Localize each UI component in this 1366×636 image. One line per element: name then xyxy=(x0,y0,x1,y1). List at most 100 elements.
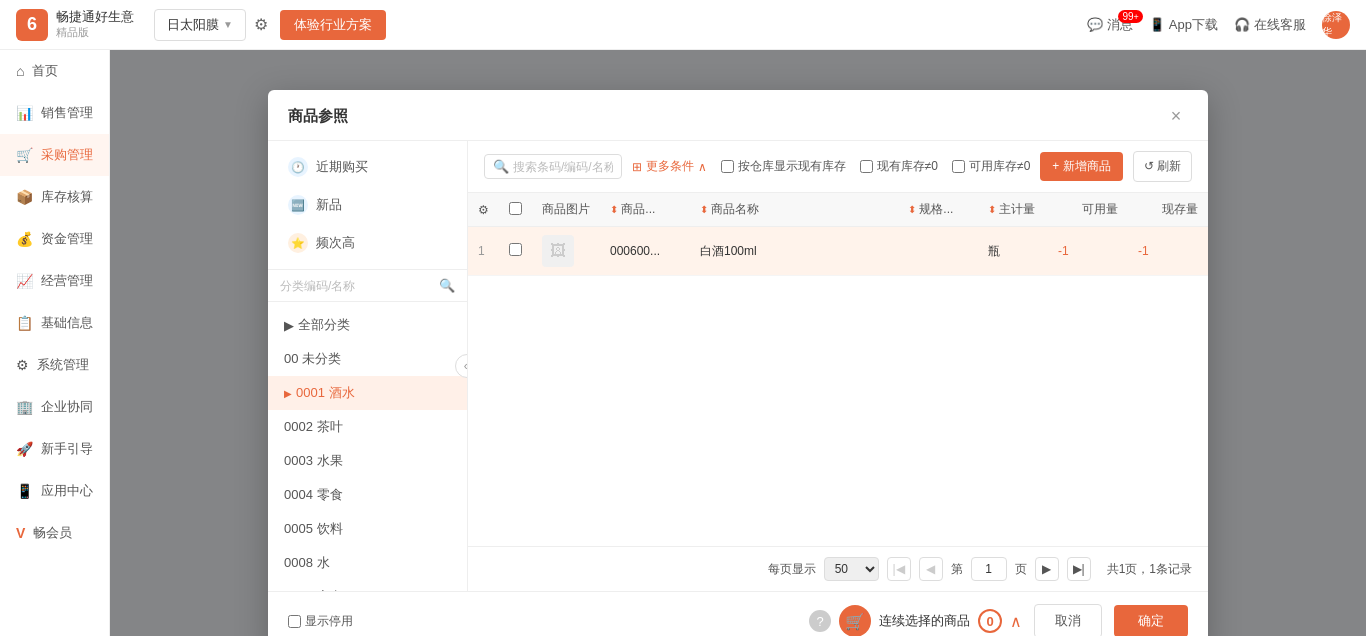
home-icon: ⌂ xyxy=(16,63,24,79)
star-icon: ⭐ xyxy=(288,233,308,253)
quick-freq-label: 频次高 xyxy=(316,234,355,252)
warehouse-filter-checkbox[interactable] xyxy=(721,160,734,173)
sidebar-label-finance: 资金管理 xyxy=(41,230,93,248)
system-icon: ⚙ xyxy=(16,357,29,373)
row-checkbox[interactable] xyxy=(509,243,522,256)
sidebar-item-finance[interactable]: 💰 资金管理 xyxy=(0,218,109,260)
avail-nonzero-text: 可用库存≠0 xyxy=(969,158,1030,175)
sidebar-item-inventory[interactable]: 📦 库存核算 xyxy=(0,176,109,218)
trial-button[interactable]: 体验行业方案 xyxy=(280,10,386,40)
last-page-button[interactable]: ▶| xyxy=(1067,557,1091,581)
sidebar-item-basic[interactable]: 📋 基础信息 xyxy=(0,302,109,344)
refresh-button[interactable]: ↺ 刷新 xyxy=(1133,151,1192,182)
user-nav[interactable]: 徐泽华 xyxy=(1322,11,1350,39)
help-icon[interactable]: ? xyxy=(809,610,831,632)
next-page-button[interactable]: ▶ xyxy=(1035,557,1059,581)
collapse-cart-icon[interactable]: ∧ xyxy=(1010,612,1022,631)
top-nav: 6 畅捷通好生意 精品版 日太阳膜 ▼ ⚙ 体验行业方案 💬 消息 99+ 📱 … xyxy=(0,0,1366,50)
category-0001-label: 0001 酒水 xyxy=(296,384,355,402)
col-name-header[interactable]: ⬍ 商品名称 xyxy=(690,193,898,227)
show-disabled-label[interactable]: 显示停用 xyxy=(288,613,353,630)
per-page-select[interactable]: 50 20 100 xyxy=(824,557,879,581)
sort-unit-icon: ⬍ xyxy=(988,204,996,215)
category-0010[interactable]: 0010 家电 xyxy=(268,580,467,591)
sidebar-item-vip[interactable]: V 畅会员 xyxy=(0,512,109,554)
nav-selector[interactable]: 日太阳膜 ▼ xyxy=(154,9,246,41)
category-0003[interactable]: 0003 水果 xyxy=(268,444,467,478)
select-all-checkbox[interactable] xyxy=(509,202,522,215)
add-product-button[interactable]: + 新增商品 xyxy=(1040,152,1122,181)
sidebar-item-purchase[interactable]: 🛒 采购管理 xyxy=(0,134,109,176)
sidebar-item-ops[interactable]: 📈 经营管理 xyxy=(0,260,109,302)
cancel-button[interactable]: 取消 xyxy=(1034,604,1102,636)
page-suffix: 页 xyxy=(1015,561,1027,578)
category-0001[interactable]: ▶ 0001 酒水 xyxy=(268,376,467,410)
app-download-nav[interactable]: 📱 App下载 xyxy=(1149,16,1218,34)
cart-icon[interactable]: 🛒 xyxy=(839,605,871,636)
category-00[interactable]: 00 未分类 xyxy=(268,342,467,376)
ops-icon: 📈 xyxy=(16,273,33,289)
sidebar-item-apps[interactable]: 📱 应用中心 xyxy=(0,470,109,512)
col-unit-header[interactable]: ⬍ 主计量 xyxy=(978,193,1048,227)
sidebar-label-apps: 应用中心 xyxy=(41,482,93,500)
sidebar-label-ops: 经营管理 xyxy=(41,272,93,290)
col-code-header[interactable]: ⬍ 商品... xyxy=(600,193,690,227)
category-search-area: 🔍 xyxy=(268,270,467,302)
category-0005-label: 0005 饮料 xyxy=(284,520,343,538)
sidebar-item-enterprise[interactable]: 🏢 企业协同 xyxy=(0,386,109,428)
left-sidebar: ⌂ 首页 📊 销售管理 🛒 采购管理 📦 库存核算 💰 资金管理 📈 经营管理 … xyxy=(0,50,110,636)
prev-page-button[interactable]: ◀ xyxy=(919,557,943,581)
category-search-input[interactable] xyxy=(280,279,433,293)
category-0008[interactable]: 0008 水 xyxy=(268,546,467,580)
row-checkbox-cell[interactable] xyxy=(499,227,532,276)
confirm-button[interactable]: 确定 xyxy=(1114,605,1188,636)
avatar: 徐泽华 xyxy=(1322,11,1350,39)
sidebar-item-sales[interactable]: 📊 销售管理 xyxy=(0,92,109,134)
category-search-icon[interactable]: 🔍 xyxy=(439,278,455,293)
category-all[interactable]: ▶ 全部分类 xyxy=(268,308,467,342)
category-0005[interactable]: 0005 饮料 xyxy=(268,512,467,546)
settings-icon[interactable]: ⚙ xyxy=(254,15,268,34)
logo-area: 6 畅捷通好生意 精品版 xyxy=(16,9,134,41)
avail-nonzero-checkbox[interactable] xyxy=(952,160,965,173)
category-0002[interactable]: 0002 茶叶 xyxy=(268,410,467,444)
row-img-cell: 🖼 xyxy=(532,227,600,276)
quick-new[interactable]: 🆕 新品 xyxy=(280,189,455,221)
sidebar-label-purchase: 采购管理 xyxy=(41,146,93,164)
category-0004[interactable]: 0004 零食 xyxy=(268,478,467,512)
expand-all-icon: ▶ xyxy=(284,318,294,333)
show-disabled-text: 显示停用 xyxy=(305,613,353,630)
col-spec-header[interactable]: ⬍ 规格... xyxy=(898,193,978,227)
quick-recent[interactable]: 🕐 近期购买 xyxy=(280,151,455,183)
nav-selector-arrow: ▼ xyxy=(223,19,233,30)
more-filters-button[interactable]: ⊞ 更多条件 ∧ xyxy=(632,158,707,175)
logo-icon: 6 xyxy=(16,9,48,41)
row-code: 000600... xyxy=(600,227,690,276)
avail-nonzero-label[interactable]: 可用库存≠0 xyxy=(952,158,1030,175)
close-button[interactable]: × xyxy=(1164,104,1188,128)
inventory-icon: 📦 xyxy=(16,189,33,205)
product-search-input[interactable] xyxy=(513,160,613,174)
messages-nav[interactable]: 💬 消息 99+ xyxy=(1087,16,1133,34)
sidebar-label-vip: 畅会员 xyxy=(33,524,72,542)
show-disabled-checkbox[interactable] xyxy=(288,615,301,628)
apps-icon: 📱 xyxy=(16,483,33,499)
cart-text: 连续选择的商品 xyxy=(879,612,970,630)
stock-nonzero-label[interactable]: 现有库存≠0 xyxy=(860,158,938,175)
online-service-nav[interactable]: 🎧 在线客服 xyxy=(1234,16,1306,34)
page-number-input[interactable] xyxy=(971,557,1007,581)
enterprise-icon: 🏢 xyxy=(16,399,33,415)
sidebar-item-guide[interactable]: 🚀 新手引导 xyxy=(0,428,109,470)
modal-right-panel: 🔍 ⊞ 更多条件 ∧ 按仓库显示现有库存 xyxy=(468,141,1208,591)
sidebar-item-system[interactable]: ⚙ 系统管理 xyxy=(0,344,109,386)
col-settings[interactable]: ⚙ xyxy=(468,193,499,227)
table-row[interactable]: 1 🖼 000600... 白酒100ml xyxy=(468,227,1208,276)
quick-frequent[interactable]: ⭐ 频次高 xyxy=(280,227,455,259)
sidebar-item-home[interactable]: ⌂ 首页 xyxy=(0,50,109,92)
sidebar-label-home: 首页 xyxy=(32,62,58,80)
filter-label: 更多条件 xyxy=(646,158,694,175)
stock-nonzero-checkbox[interactable] xyxy=(860,160,873,173)
row-num: 1 xyxy=(468,227,499,276)
warehouse-filter-label[interactable]: 按仓库显示现有库存 xyxy=(721,158,846,175)
first-page-button[interactable]: |◀ xyxy=(887,557,911,581)
